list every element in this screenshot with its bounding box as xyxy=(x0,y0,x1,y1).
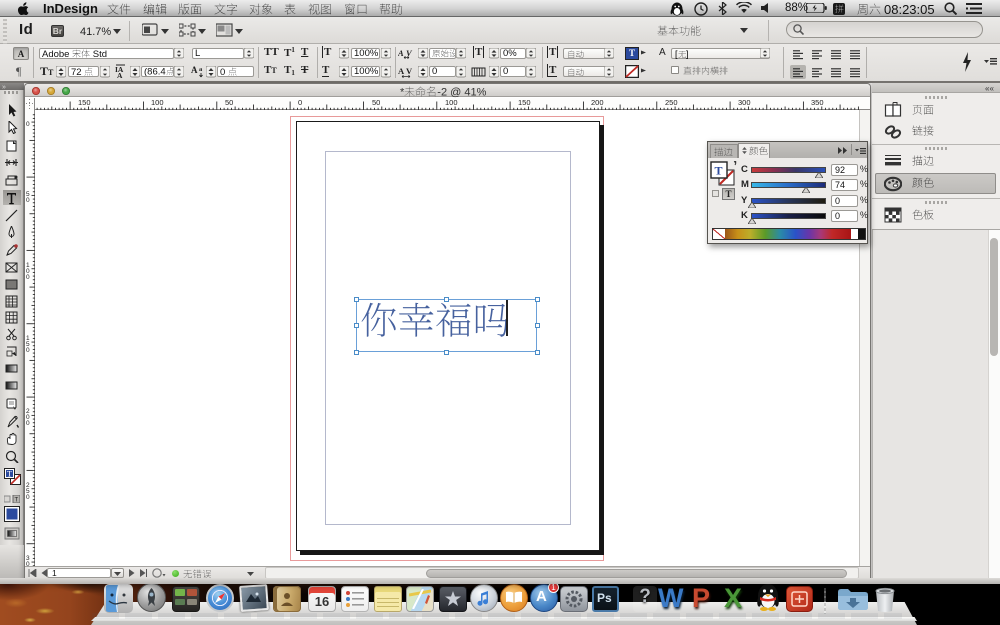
svg-text:V: V xyxy=(406,66,413,76)
svg-text:V: V xyxy=(406,48,413,58)
svg-text:T: T xyxy=(7,470,12,479)
svg-text:A: A xyxy=(398,66,405,76)
svg-text:A: A xyxy=(398,48,404,58)
svg-text:A: A xyxy=(117,71,123,78)
svg-text:T: T xyxy=(715,164,723,178)
svg-text:A: A xyxy=(191,65,198,75)
svg-text:a: a xyxy=(199,66,203,73)
svg-text:T: T xyxy=(15,497,19,503)
